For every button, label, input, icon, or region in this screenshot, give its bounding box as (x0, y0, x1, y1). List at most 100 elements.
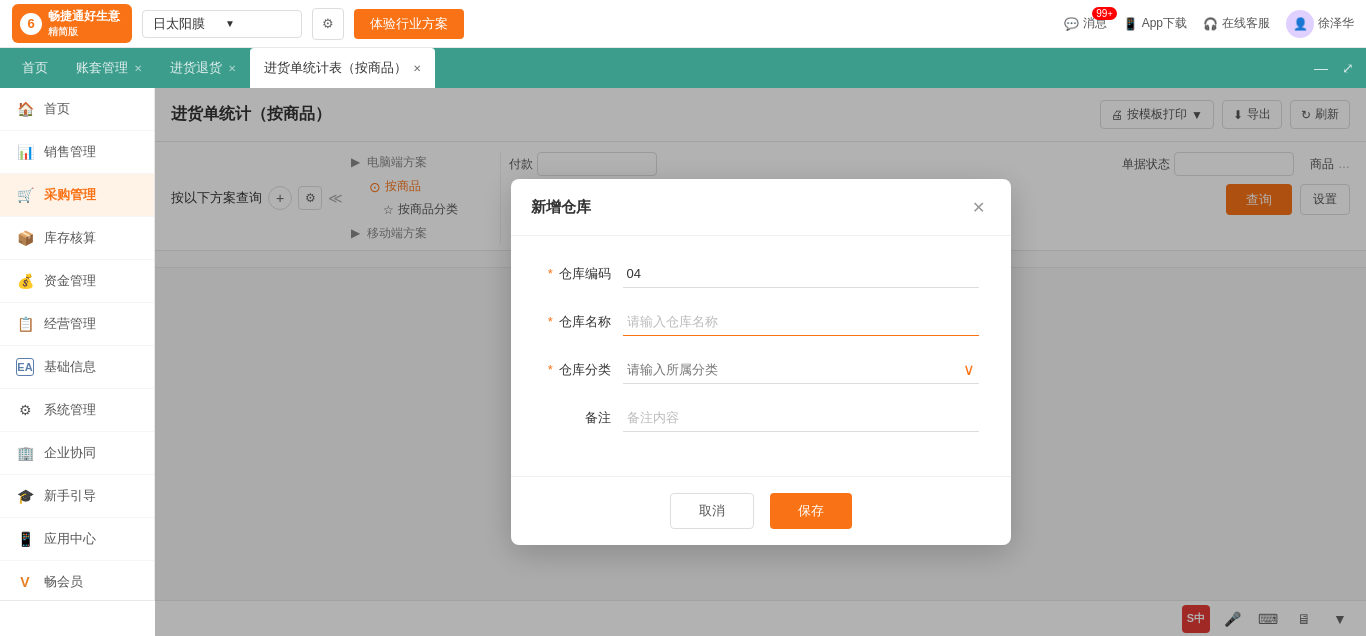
user-name: 徐泽华 (1318, 15, 1354, 32)
operations-icon: 📋 (16, 315, 34, 333)
chevron-down-icon: ▼ (225, 18, 291, 29)
logo: 6 畅捷通好生意 精简版 (12, 4, 132, 43)
home-icon: 🏠 (16, 100, 34, 118)
sidebar-item-guide[interactable]: 🎓 新手引导 (0, 475, 154, 518)
tab-minimize-icon[interactable]: — (1310, 60, 1332, 76)
main-layout: 🏠 首页 📊 销售管理 🛒 采购管理 📦 库存核算 💰 资金管理 📋 经营管理 … (0, 88, 1366, 636)
system-icon: ⚙ (16, 401, 34, 419)
warehouse-code-row: * 仓库编码 (543, 260, 979, 288)
sidebar-label-purchase: 采购管理 (44, 186, 96, 204)
logo-text: 畅捷通好生意 精简版 (48, 8, 120, 39)
app-download-button[interactable]: 📱 App下载 (1123, 15, 1187, 32)
sidebar-label-finance: 资金管理 (44, 272, 96, 290)
sidebar-item-system[interactable]: ⚙ 系统管理 (0, 389, 154, 432)
tab-expand-icon[interactable]: ⤢ (1338, 60, 1358, 76)
save-button[interactable]: 保存 (770, 493, 852, 529)
headset-icon: 🎧 (1203, 17, 1218, 31)
sidebar-label-basic-info: 基础信息 (44, 358, 96, 376)
sidebar-label-apps: 应用中心 (44, 530, 96, 548)
tab-purchase-return[interactable]: 进货退货 ✕ (156, 48, 250, 88)
tab-purchase-return-close[interactable]: ✕ (228, 63, 236, 74)
tab-purchase-return-label: 进货退货 (170, 59, 222, 77)
warehouse-category-row: * 仓库分类 ∨ (543, 356, 979, 384)
message-badge: 99+ (1092, 7, 1116, 20)
sidebar: 🏠 首页 📊 销售管理 🛒 采购管理 📦 库存核算 💰 资金管理 📋 经营管理 … (0, 88, 155, 636)
required-star-code: * (548, 266, 553, 281)
sidebar-label-home: 首页 (44, 100, 70, 118)
sidebar-label-operations: 经营管理 (44, 315, 96, 333)
sales-icon: 📊 (16, 143, 34, 161)
sidebar-item-purchase[interactable]: 🛒 采购管理 (0, 174, 154, 217)
tab-purchase-stats[interactable]: 进货单统计表（按商品） ✕ (250, 48, 435, 88)
logo-icon: 6 (20, 13, 42, 35)
tab-bar: 首页 账套管理 ✕ 进货退货 ✕ 进货单统计表（按商品） ✕ — ⤢ (0, 48, 1366, 88)
store-name: 日太阳膜 (153, 15, 219, 33)
tab-account-close[interactable]: ✕ (134, 63, 142, 74)
sidebar-item-sales[interactable]: 📊 销售管理 (0, 131, 154, 174)
sidebar-label-enterprise: 企业协同 (44, 444, 96, 462)
gear-button[interactable]: ⚙ (312, 8, 344, 40)
inventory-icon: 📦 (16, 229, 34, 247)
enterprise-icon: 🏢 (16, 444, 34, 462)
sidebar-item-operations[interactable]: 📋 经营管理 (0, 303, 154, 346)
modal-footer: 取消 保存 (511, 476, 1011, 545)
sidebar-item-inventory[interactable]: 📦 库存核算 (0, 217, 154, 260)
sidebar-item-basic-info[interactable]: EA 基础信息 (0, 346, 154, 389)
tab-home-label: 首页 (22, 59, 48, 77)
warehouse-code-input[interactable] (623, 260, 979, 288)
sidebar-item-finance[interactable]: 💰 资金管理 (0, 260, 154, 303)
modal-body: * 仓库编码 * 仓库名称 (511, 236, 1011, 476)
top-right-area: 💬 消息 99+ 📱 App下载 🎧 在线客服 👤 徐泽华 (1064, 10, 1354, 38)
sidebar-item-enterprise[interactable]: 🏢 企业协同 (0, 432, 154, 475)
sidebar-item-home[interactable]: 🏠 首页 (0, 88, 154, 131)
warehouse-name-input[interactable] (623, 308, 979, 336)
purchase-icon: 🛒 (16, 186, 34, 204)
trial-button[interactable]: 体验行业方案 (354, 9, 464, 39)
category-dropdown-arrow[interactable]: ∨ (963, 360, 975, 379)
sidebar-label-inventory: 库存核算 (44, 229, 96, 247)
tab-purchase-stats-label: 进货单统计表（按商品） (264, 59, 407, 77)
online-service-label: 在线客服 (1222, 15, 1270, 32)
gear-icon: ⚙ (322, 16, 334, 31)
logo-subtitle: 精简版 (48, 25, 120, 39)
basic-info-icon: EA (16, 358, 34, 376)
warehouse-category-input[interactable] (627, 362, 963, 377)
apps-icon: 📱 (16, 530, 34, 548)
sidebar-label-sales: 销售管理 (44, 143, 96, 161)
sidebar-label-system: 系统管理 (44, 401, 96, 419)
tab-purchase-stats-close[interactable]: ✕ (413, 63, 421, 74)
logo-title: 畅捷通好生意 (48, 8, 120, 25)
warehouse-category-select-row[interactable]: ∨ (623, 356, 979, 384)
sidebar-item-vip[interactable]: V 畅会员 (0, 561, 154, 604)
tab-account-label: 账套管理 (76, 59, 128, 77)
messages-button[interactable]: 💬 消息 99+ (1064, 15, 1107, 32)
required-star-category: * (548, 362, 553, 377)
finance-icon: 💰 (16, 272, 34, 290)
add-warehouse-modal: 新增仓库 ✕ * 仓库编码 (511, 179, 1011, 545)
top-bar: 6 畅捷通好生意 精简版 日太阳膜 ▼ ⚙ 体验行业方案 💬 消息 99+ 📱 … (0, 0, 1366, 48)
cancel-button[interactable]: 取消 (670, 493, 754, 529)
warehouse-note-label: 备注 (543, 409, 623, 427)
tab-bar-controls: — ⤢ (1310, 60, 1358, 76)
warehouse-name-row: * 仓库名称 (543, 308, 979, 336)
user-area[interactable]: 👤 徐泽华 (1286, 10, 1354, 38)
tab-home[interactable]: 首页 (8, 48, 62, 88)
guide-icon: 🎓 (16, 487, 34, 505)
warehouse-note-row: 备注 (543, 404, 979, 432)
sidebar-item-apps[interactable]: 📱 应用中心 (0, 518, 154, 561)
modal-header: 新增仓库 ✕ (511, 179, 1011, 236)
store-selector[interactable]: 日太阳膜 ▼ (142, 10, 302, 38)
modal-overlay: 新增仓库 ✕ * 仓库编码 (155, 88, 1366, 636)
modal-close-button[interactable]: ✕ (967, 195, 991, 219)
avatar: 👤 (1286, 10, 1314, 38)
online-service-button[interactable]: 🎧 在线客服 (1203, 15, 1270, 32)
tab-account[interactable]: 账套管理 ✕ (62, 48, 156, 88)
sidebar-label-vip: 畅会员 (44, 573, 83, 591)
warehouse-name-label: * 仓库名称 (543, 313, 623, 331)
warehouse-note-input[interactable] (623, 404, 979, 432)
content-area: 进货单统计（按商品） 🖨 按模板打印 ▼ ⬇ 导出 ↻ 刷新 (155, 88, 1366, 636)
modal-title: 新增仓库 (531, 198, 591, 217)
sidebar-label-guide: 新手引导 (44, 487, 96, 505)
message-icon: 💬 (1064, 17, 1079, 31)
warehouse-category-label: * 仓库分类 (543, 361, 623, 379)
